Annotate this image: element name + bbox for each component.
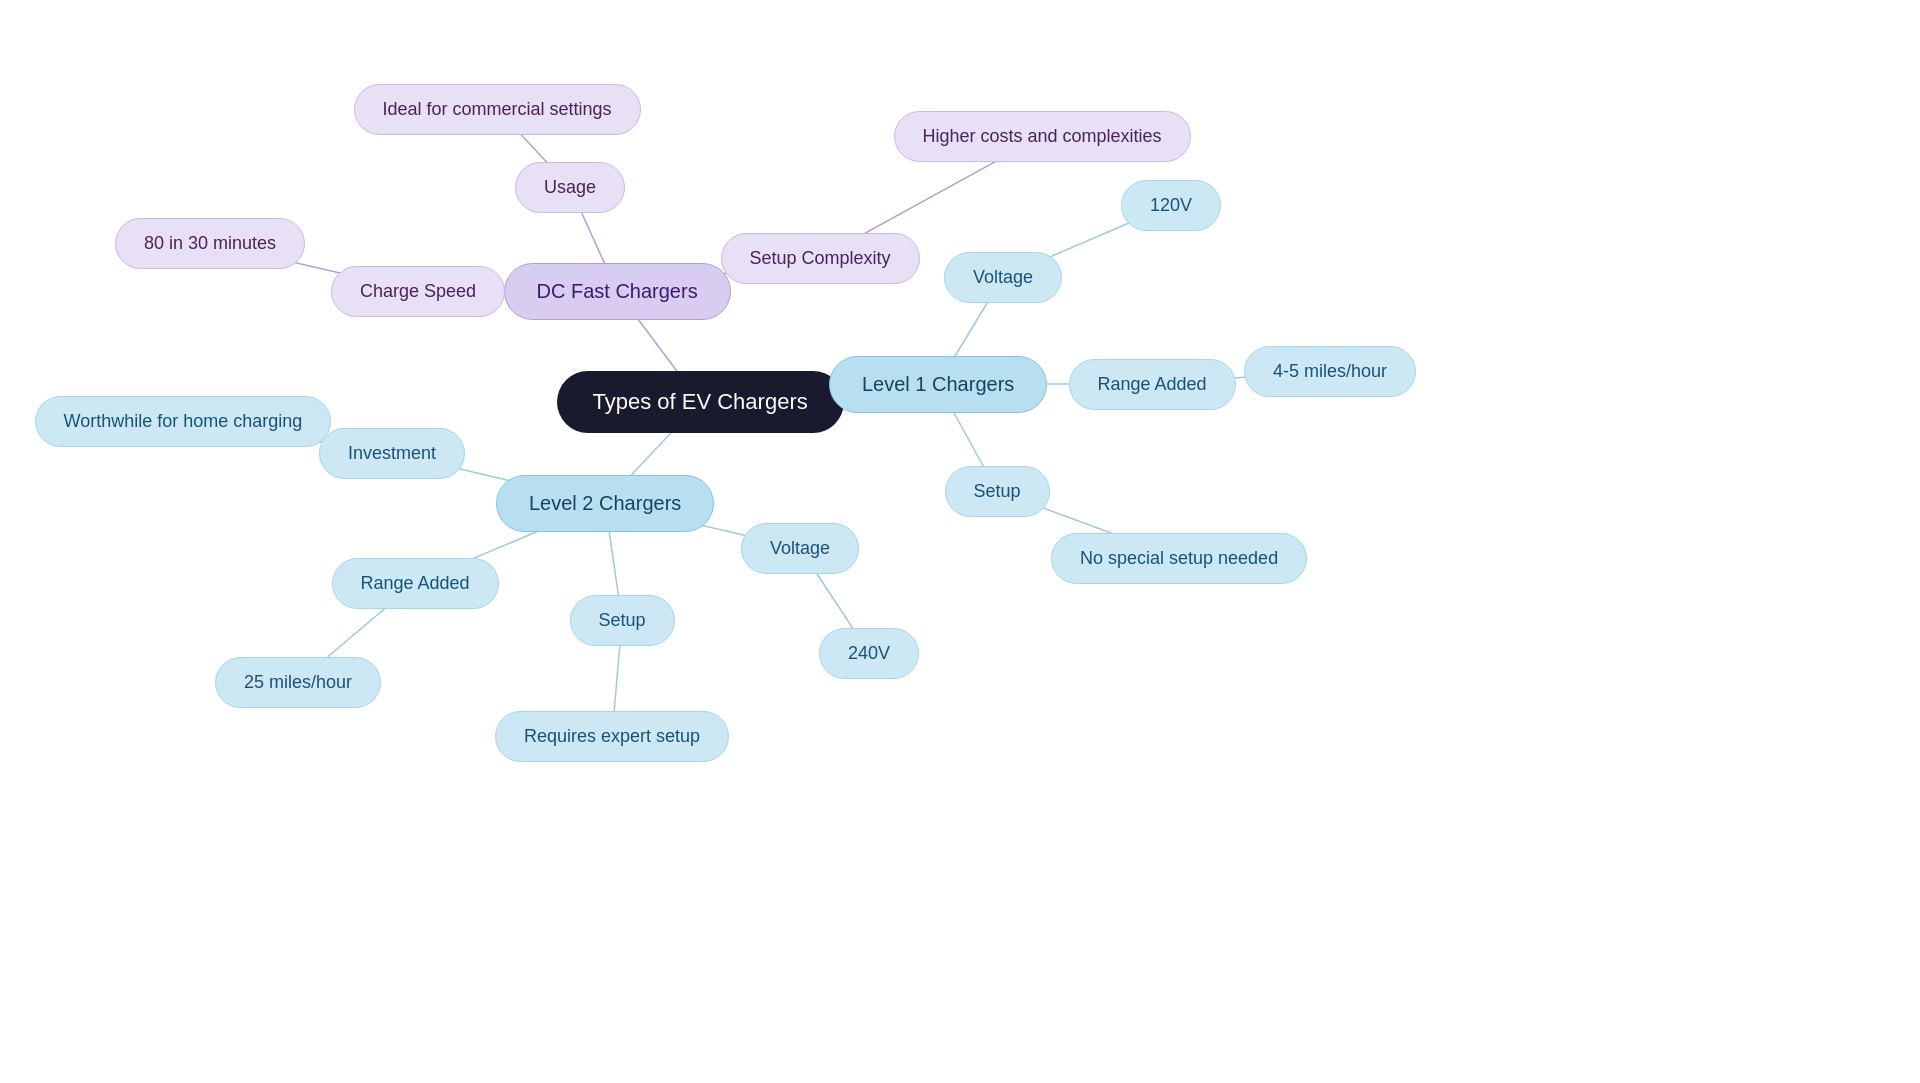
voltage-1-node: Voltage (944, 252, 1062, 303)
setup-1-node: Setup (945, 466, 1050, 517)
requires-expert-node: Requires expert setup (495, 711, 729, 762)
range-added-1-node: Range Added (1069, 359, 1236, 410)
setup-complexity-node: Setup Complexity (721, 233, 920, 284)
range-added-2-node: Range Added (332, 558, 499, 609)
usage-node: Usage (515, 162, 625, 213)
25miles-node: 25 miles/hour (215, 657, 381, 708)
ideal-commercial-node: Ideal for commercial settings (354, 84, 641, 135)
240v-node: 240V (819, 628, 919, 679)
no-special-setup-node: No special setup needed (1051, 533, 1307, 584)
level2-chargers-node: Level 2 Chargers (496, 475, 714, 532)
setup-2-node: Setup (570, 595, 675, 646)
higher-costs-node: Higher costs and complexities (894, 111, 1191, 162)
worthwhile-home-node: Worthwhile for home charging (35, 396, 332, 447)
charge-speed-node: Charge Speed (331, 266, 505, 317)
level1-chargers-node: Level 1 Chargers (829, 356, 1047, 413)
45miles-node: 4-5 miles/hour (1244, 346, 1416, 397)
voltage-2-node: Voltage (741, 523, 859, 574)
center-node: Types of EV Chargers (557, 371, 844, 433)
dc-fast-chargers-node: DC Fast Chargers (504, 263, 731, 320)
investment-node: Investment (319, 428, 465, 479)
eighty-30min-node: 80 in 30 minutes (115, 218, 305, 269)
120v-node: 120V (1121, 180, 1221, 231)
